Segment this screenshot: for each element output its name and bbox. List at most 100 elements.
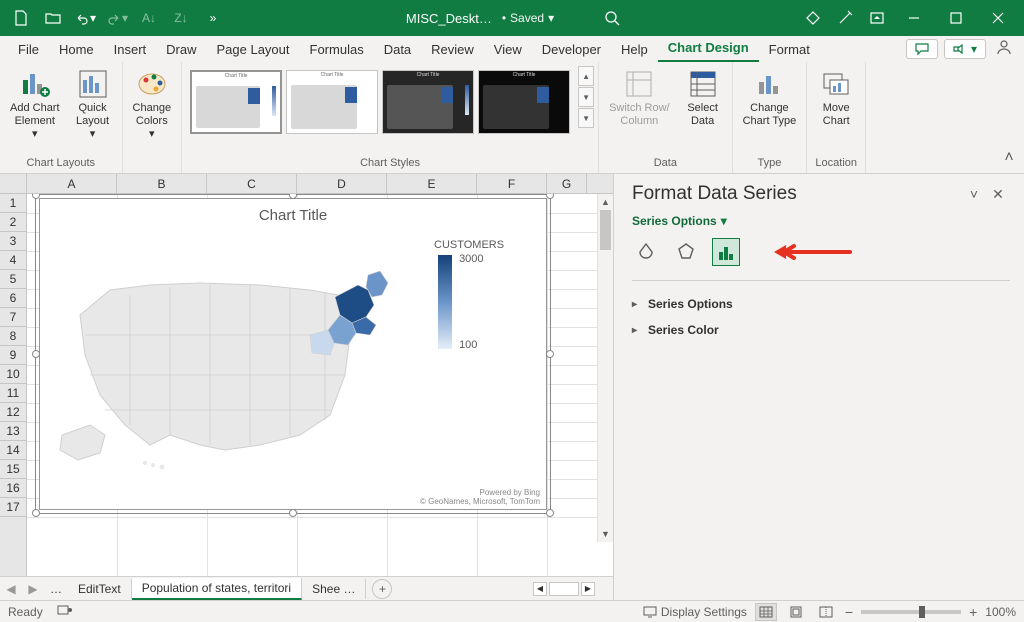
tab-page-layout[interactable]: Page Layout bbox=[207, 38, 300, 62]
col-header[interactable]: G bbox=[547, 174, 587, 193]
tab-overflow[interactable]: … bbox=[44, 582, 68, 596]
row-header[interactable]: 15 bbox=[0, 460, 26, 479]
move-chart-button[interactable]: Move Chart bbox=[811, 66, 861, 130]
sort-desc-icon[interactable]: Z↓ bbox=[166, 6, 196, 30]
row-header[interactable]: 3 bbox=[0, 232, 26, 251]
select-data-button[interactable]: Select Data bbox=[678, 66, 728, 130]
tab-chart-design[interactable]: Chart Design bbox=[658, 36, 759, 62]
macro-record-icon[interactable] bbox=[57, 603, 73, 620]
select-all-cell[interactable] bbox=[0, 174, 27, 193]
tab-developer[interactable]: Developer bbox=[532, 38, 611, 62]
row-header[interactable]: 4 bbox=[0, 251, 26, 270]
minimize-button[interactable] bbox=[894, 6, 934, 30]
zoom-slider[interactable] bbox=[861, 610, 961, 614]
add-chart-element-button[interactable]: Add Chart Element ▾ bbox=[4, 66, 66, 144]
series-options-section[interactable]: ▸Series Options bbox=[632, 291, 1010, 317]
vertical-scrollbar[interactable]: ▲ ▼ bbox=[597, 194, 613, 542]
styles-scroll-down[interactable]: ▼ bbox=[578, 87, 594, 107]
page-layout-view-icon[interactable] bbox=[785, 603, 807, 621]
chart-title[interactable]: Chart Title bbox=[40, 199, 546, 224]
tab-home[interactable]: Home bbox=[49, 38, 104, 62]
style-thumb-3[interactable]: Chart Title bbox=[382, 70, 474, 134]
row-header[interactable]: 5 bbox=[0, 270, 26, 289]
sheet-tab-population[interactable]: Population of states, territori bbox=[132, 578, 302, 600]
open-file-icon[interactable] bbox=[38, 6, 68, 30]
comments-button[interactable] bbox=[906, 39, 938, 59]
tab-formulas[interactable]: Formulas bbox=[300, 38, 374, 62]
sheet-tab-sheet[interactable]: Shee … bbox=[302, 579, 366, 599]
tab-help[interactable]: Help bbox=[611, 38, 658, 62]
styles-expand[interactable]: ▼ bbox=[578, 108, 594, 128]
col-header[interactable]: D bbox=[297, 174, 387, 193]
normal-view-icon[interactable] bbox=[755, 603, 777, 621]
redo-icon[interactable]: ▾ bbox=[102, 6, 132, 30]
diamond-icon[interactable] bbox=[798, 6, 828, 30]
row-header[interactable]: 6 bbox=[0, 289, 26, 308]
tab-review[interactable]: Review bbox=[421, 38, 484, 62]
row-header[interactable]: 1 bbox=[0, 194, 26, 213]
sheet-tab-edittext[interactable]: EditText bbox=[68, 579, 132, 599]
pane-close-icon[interactable]: ✕ bbox=[986, 182, 1010, 206]
new-file-icon[interactable] bbox=[6, 6, 36, 30]
tab-nav-next[interactable]: ▶ bbox=[22, 582, 44, 596]
cell-grid[interactable]: Chart Title bbox=[27, 194, 613, 576]
tab-format[interactable]: Format bbox=[759, 38, 820, 62]
style-thumb-1[interactable]: Chart Title bbox=[190, 70, 282, 134]
style-thumb-4[interactable]: Chart Title bbox=[478, 70, 570, 134]
row-header[interactable]: 16 bbox=[0, 479, 26, 498]
account-icon[interactable] bbox=[992, 38, 1016, 59]
display-settings-button[interactable]: Display Settings bbox=[643, 605, 747, 619]
fill-line-tab-icon[interactable] bbox=[632, 238, 660, 266]
row-header[interactable]: 2 bbox=[0, 213, 26, 232]
search-icon[interactable] bbox=[604, 10, 620, 26]
sort-asc-icon[interactable]: A↓ bbox=[134, 6, 164, 30]
row-header[interactable]: 8 bbox=[0, 327, 26, 346]
maximize-button[interactable] bbox=[936, 6, 976, 30]
col-header[interactable]: B bbox=[117, 174, 207, 193]
page-break-view-icon[interactable] bbox=[815, 603, 837, 621]
zoom-out-button[interactable]: − bbox=[845, 604, 853, 620]
zoom-in-button[interactable]: + bbox=[969, 604, 977, 620]
col-header[interactable]: F bbox=[477, 174, 547, 193]
styles-scroll-up[interactable]: ▲ bbox=[578, 66, 594, 86]
col-header[interactable]: C bbox=[207, 174, 297, 193]
chart-object[interactable]: Chart Title bbox=[39, 198, 547, 510]
tab-insert[interactable]: Insert bbox=[104, 38, 157, 62]
zoom-percentage[interactable]: 100% bbox=[985, 605, 1016, 619]
map-chart[interactable] bbox=[50, 235, 420, 475]
row-header[interactable]: 9 bbox=[0, 346, 26, 365]
row-header[interactable]: 12 bbox=[0, 403, 26, 422]
tab-file[interactable]: File bbox=[8, 38, 49, 62]
series-color-section[interactable]: ▸Series Color bbox=[632, 317, 1010, 343]
row-header[interactable]: 14 bbox=[0, 441, 26, 460]
row-header[interactable]: 11 bbox=[0, 384, 26, 403]
ribbon-display-icon[interactable] bbox=[862, 6, 892, 30]
add-sheet-button[interactable]: + bbox=[372, 579, 392, 599]
row-header[interactable]: 10 bbox=[0, 365, 26, 384]
undo-icon[interactable]: ▾ bbox=[70, 6, 100, 30]
quick-layout-button[interactable]: Quick Layout ▾ bbox=[68, 66, 118, 144]
row-header[interactable]: 7 bbox=[0, 308, 26, 327]
tab-data[interactable]: Data bbox=[374, 38, 421, 62]
col-header[interactable]: E bbox=[387, 174, 477, 193]
style-thumb-2[interactable]: Chart Title bbox=[286, 70, 378, 134]
effects-tab-icon[interactable] bbox=[672, 238, 700, 266]
tab-draw[interactable]: Draw bbox=[156, 38, 206, 62]
pane-options-icon[interactable]: ˅ bbox=[962, 182, 986, 206]
change-colors-button[interactable]: Change Colors ▾ bbox=[127, 66, 178, 144]
qat-overflow-icon[interactable]: » bbox=[198, 6, 228, 30]
change-chart-type-button[interactable]: Change Chart Type bbox=[737, 66, 803, 130]
horizontal-scrollbar[interactable]: ◀▶ bbox=[533, 581, 613, 597]
tab-nav-prev[interactable]: ◀ bbox=[0, 582, 22, 596]
close-button[interactable] bbox=[978, 6, 1018, 30]
collapse-ribbon-icon[interactable]: ˄ bbox=[994, 62, 1024, 173]
wand-icon[interactable] bbox=[830, 6, 860, 30]
share-button[interactable]: ▾ bbox=[944, 39, 986, 59]
row-header[interactable]: 13 bbox=[0, 422, 26, 441]
tab-view[interactable]: View bbox=[484, 38, 532, 62]
series-options-tab-icon[interactable] bbox=[712, 238, 740, 266]
row-header[interactable]: 17 bbox=[0, 498, 26, 517]
chart-legend[interactable]: CUSTOMERS 3000 100 bbox=[434, 239, 534, 349]
save-status[interactable]: • Saved ▾ bbox=[502, 11, 554, 25]
col-header[interactable]: A bbox=[27, 174, 117, 193]
